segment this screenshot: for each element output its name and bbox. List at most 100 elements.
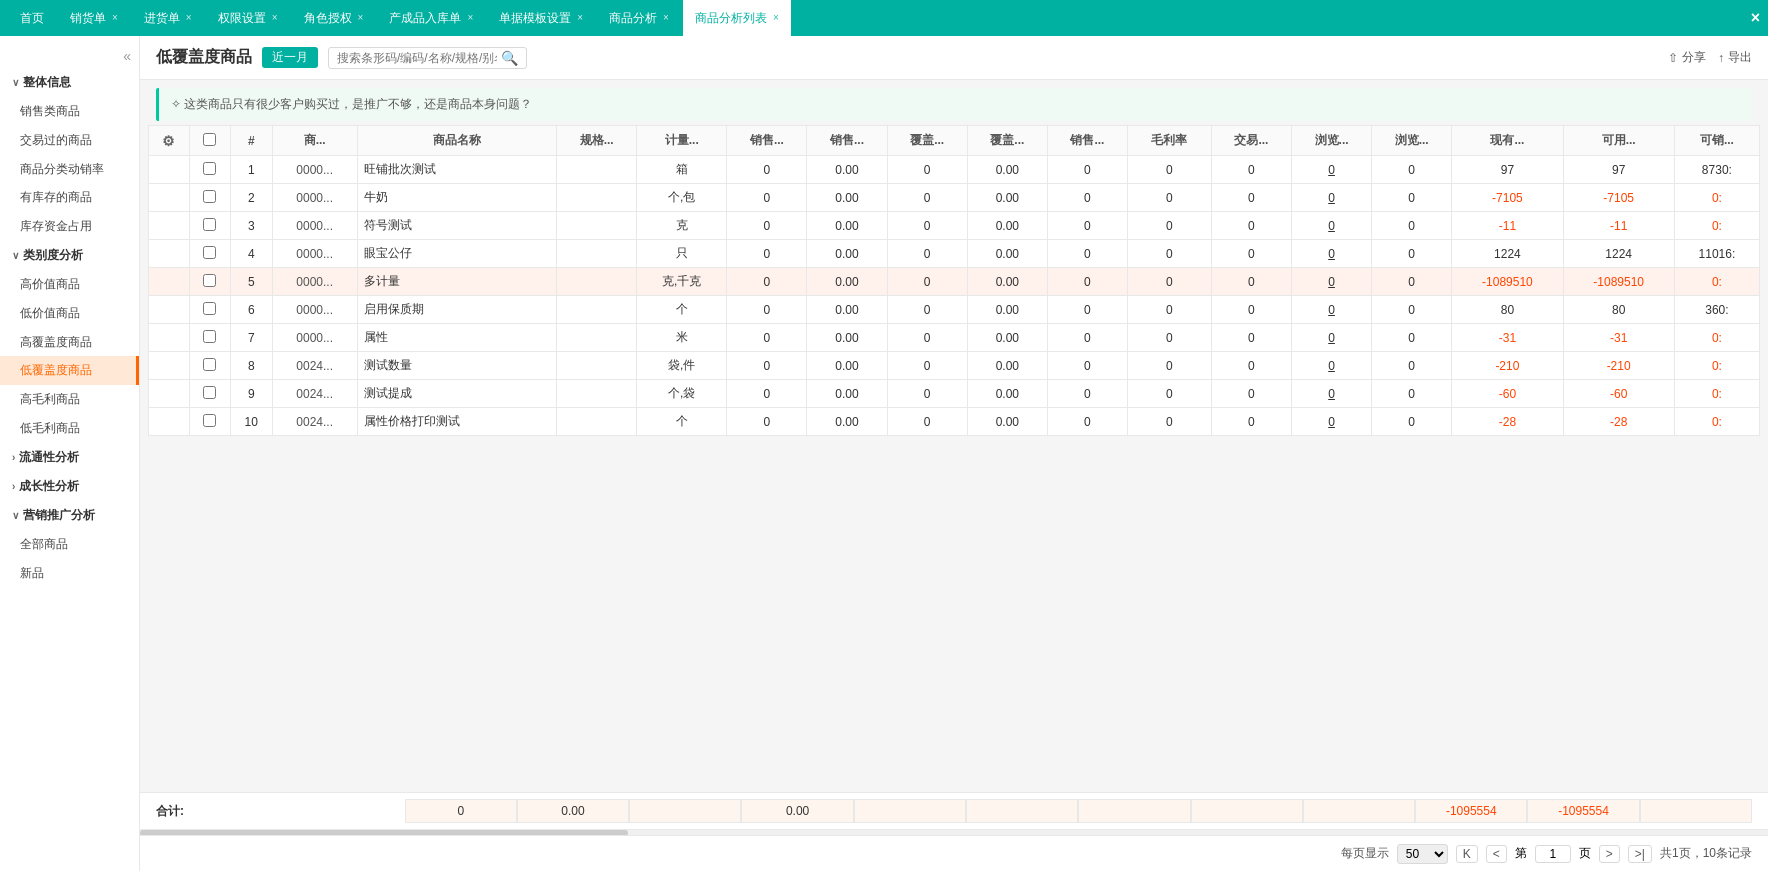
row-browse1[interactable]: 0 [1291,408,1371,436]
row-checkbox[interactable] [189,184,230,212]
next-page-button[interactable]: > [1599,845,1620,863]
nav-template[interactable]: 单据模板设置 × [487,0,595,36]
row-select-checkbox[interactable] [203,218,216,231]
col-rate: 毛利率 [1128,126,1212,156]
page-size-select[interactable]: 50 100 200 [1397,844,1448,864]
nav-role[interactable]: 角色授权 × [292,0,376,36]
col-unit: 计量... [637,126,727,156]
sidebar-item-low-coverage[interactable]: 低覆盖度商品 [0,356,139,385]
sidebar-item-low-value[interactable]: 低价值商品 [0,299,139,328]
row-select-checkbox[interactable] [203,330,216,343]
row-browse1[interactable]: 0 [1291,380,1371,408]
nav-permission-close[interactable]: × [272,0,278,36]
sidebar-item-high-profit[interactable]: 高毛利商品 [0,385,139,414]
row-rate: 0 [1128,380,1212,408]
row-select-checkbox[interactable] [203,190,216,203]
sidebar-item-traded-goods[interactable]: 交易过的商品 [0,126,139,155]
nav-purchase-close[interactable]: × [186,0,192,36]
row-checkbox[interactable] [189,324,230,352]
date-filter-button[interactable]: 近一月 [262,47,318,68]
prev-page-button[interactable]: < [1486,845,1507,863]
row-checkbox[interactable] [189,296,230,324]
row-select-checkbox[interactable] [203,386,216,399]
sidebar-section-value[interactable]: ∨ 类别度分析 [0,241,139,270]
row-checkbox[interactable] [189,240,230,268]
total-pages-info: 共1页，10条记录 [1660,845,1752,862]
sidebar-item-new-goods[interactable]: 新品 [0,559,139,588]
nav-sales-close[interactable]: × [112,0,118,36]
sidebar-collapse-button[interactable]: « [0,44,139,68]
nav-permission[interactable]: 权限设置 × [206,0,290,36]
row-browse1[interactable]: 0 [1291,240,1371,268]
sidebar-item-high-coverage[interactable]: 高覆盖度商品 [0,328,139,357]
row-stock2: -1089510 [1563,268,1674,296]
row-select-checkbox[interactable] [203,274,216,287]
export-button[interactable]: ↑ 导出 [1718,49,1752,66]
nav-analysis-close[interactable]: × [663,0,669,36]
nav-analysis[interactable]: 商品分析 × [597,0,681,36]
first-page-button[interactable]: K [1456,845,1478,863]
sidebar-item-in-stock[interactable]: 有库存的商品 [0,183,139,212]
sidebar-item-capital[interactable]: 库存资金占用 [0,212,139,241]
row-browse1[interactable]: 0 [1291,324,1371,352]
search-input[interactable] [337,51,497,65]
row-unit: 箱 [637,156,727,184]
row-select-checkbox[interactable] [203,414,216,427]
nav-home[interactable]: 首页 [8,0,56,36]
sidebar-item-sales-goods[interactable]: 销售类商品 [0,97,139,126]
row-checkbox[interactable] [189,352,230,380]
nav-inbound[interactable]: 产成品入库单 × [377,0,485,36]
sidebar-section-marketing[interactable]: ∨ 营销推广分析 [0,501,139,530]
row-tx: 0 [1211,380,1291,408]
row-checkbox[interactable] [189,380,230,408]
nav-role-close[interactable]: × [358,0,364,36]
nav-template-close[interactable]: × [577,0,583,36]
row-browse1[interactable]: 0 [1291,212,1371,240]
nav-purchase[interactable]: 进货单 × [132,0,204,36]
close-all-tabs-button[interactable]: × [1751,9,1760,27]
sidebar-section-growth[interactable]: › 成长性分析 [0,472,139,501]
nav-inbound-close[interactable]: × [467,0,473,36]
section-arrow-marketing: ∨ [12,510,19,521]
settings-icon[interactable]: ⚙ [162,133,175,149]
share-button[interactable]: ⇧ 分享 [1668,49,1706,66]
table-container[interactable]: ⚙ # 商... 商品名称 规格... 计量... 销售... 销售... 覆盖… [148,125,1760,792]
sidebar-item-category-rate[interactable]: 商品分类动销率 [0,155,139,184]
page-unit: 页 [1579,845,1591,862]
row-coverage2: 0.00 [967,156,1047,184]
row-browse1[interactable]: 0 [1291,296,1371,324]
select-all-checkbox[interactable] [203,133,216,146]
row-browse1[interactable]: 0 [1291,184,1371,212]
sidebar-item-all-goods[interactable]: 全部商品 [0,530,139,559]
row-checkbox[interactable] [189,156,230,184]
sidebar-section-liquidity[interactable]: › 流通性分析 [0,443,139,472]
col-coverage2: 覆盖... [967,126,1047,156]
row-browse1[interactable]: 0 [1291,352,1371,380]
sidebar-item-high-value[interactable]: 高价值商品 [0,270,139,299]
col-stock3: 可销... [1674,126,1759,156]
col-settings[interactable]: ⚙ [149,126,190,156]
current-page-input[interactable] [1535,845,1571,863]
nav-analysis-list-close[interactable]: × [773,0,779,36]
col-browse1: 浏览... [1291,126,1371,156]
row-select-checkbox[interactable] [203,246,216,259]
sidebar-item-low-profit[interactable]: 低毛利商品 [0,414,139,443]
nav-analysis-list[interactable]: 商品分析列表 × [683,0,791,36]
row-checkbox[interactable] [189,408,230,436]
table-row: 8 0024... 测试数量 袋,件 0 0.00 0 0.00 0 0 0 0… [149,352,1760,380]
nav-sales[interactable]: 销货单 × [58,0,130,36]
row-rate: 0 [1128,184,1212,212]
row-select-checkbox[interactable] [203,302,216,315]
sidebar-section-general[interactable]: ∨ 整体信息 [0,68,139,97]
total-bar: 合计: 0 0.00 0.00 -1095554 -1095554 [140,792,1768,829]
row-select-checkbox[interactable] [203,358,216,371]
table-header-row: ⚙ # 商... 商品名称 规格... 计量... 销售... 销售... 覆盖… [149,126,1760,156]
row-select-checkbox[interactable] [203,162,216,175]
row-browse1[interactable]: 0 [1291,268,1371,296]
row-browse1[interactable]: 0 [1291,156,1371,184]
search-icon[interactable]: 🔍 [501,50,518,66]
row-checkbox[interactable] [189,212,230,240]
row-checkbox[interactable] [189,268,230,296]
table-row: 3 0000... 符号测试 克 0 0.00 0 0.00 0 0 0 0 0… [149,212,1760,240]
last-page-button[interactable]: >| [1628,845,1652,863]
